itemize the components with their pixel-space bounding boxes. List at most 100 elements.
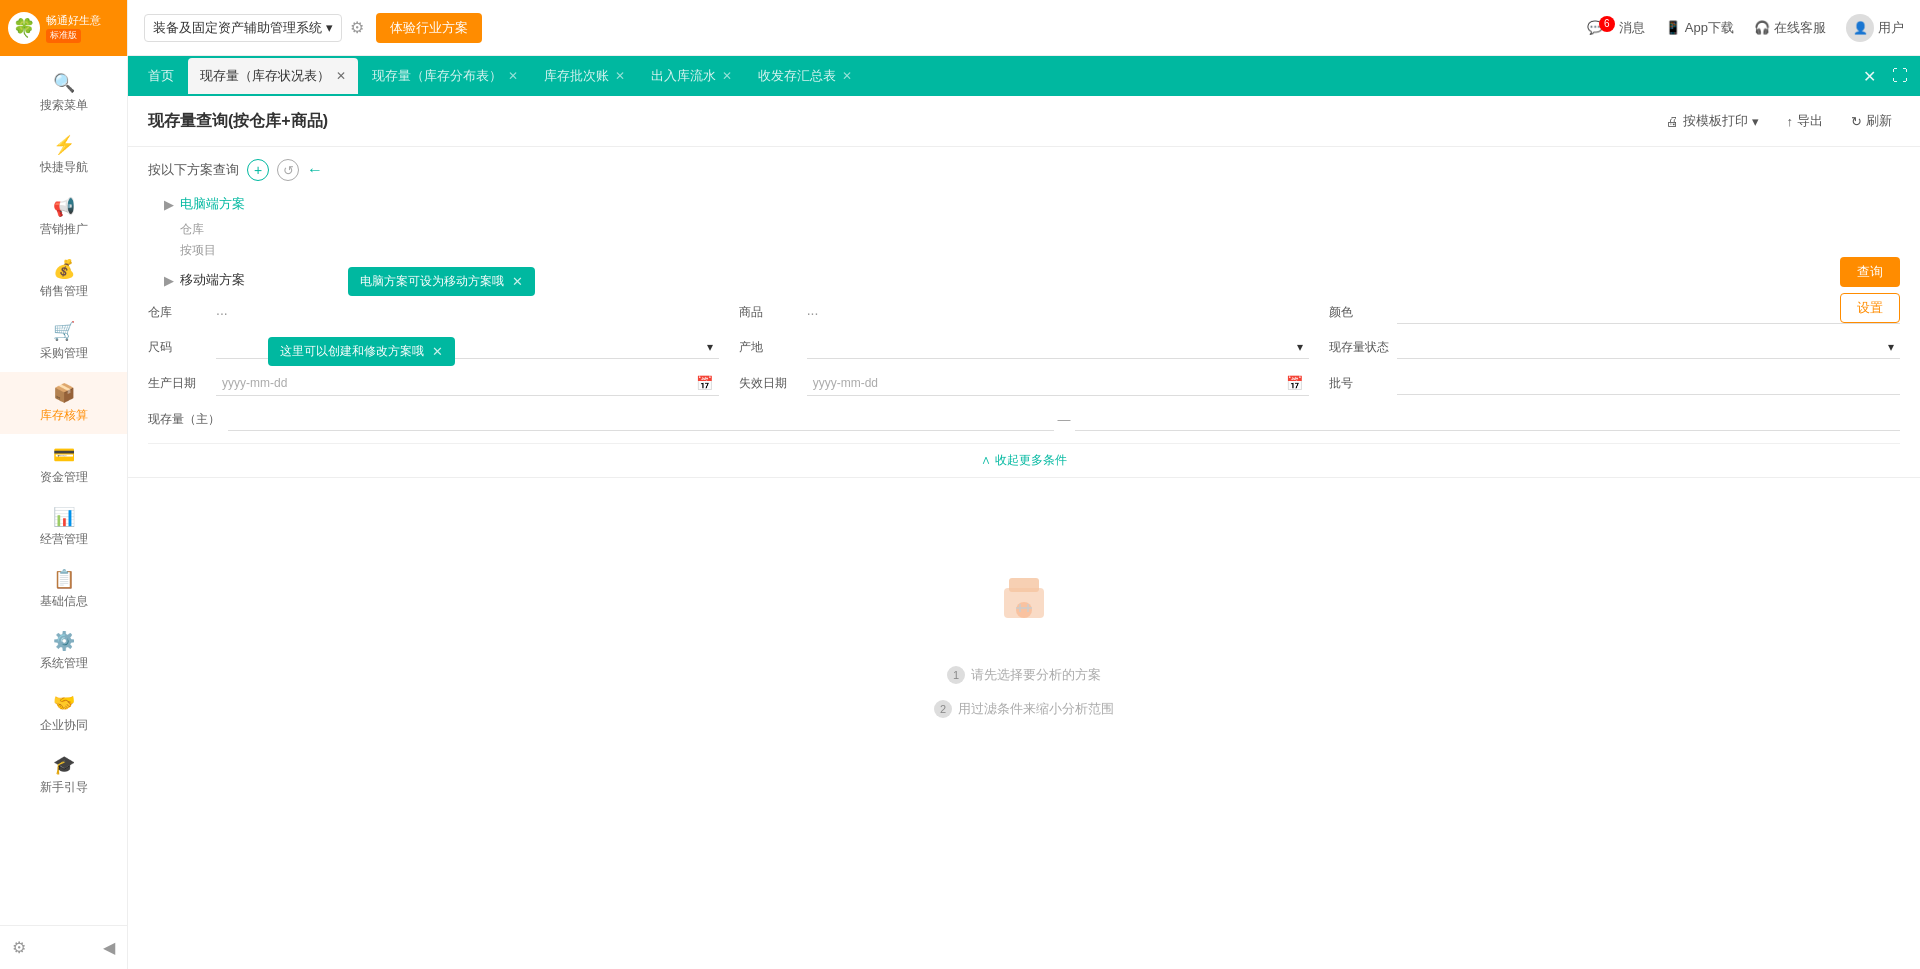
- sidebar-item-label: 营销推广: [40, 221, 88, 238]
- system-dropdown[interactable]: 装备及固定资产辅助管理系统 ▾: [144, 14, 342, 42]
- refresh-icon: ↻: [1851, 114, 1862, 129]
- sidebar-item-finance[interactable]: 💳 资金管理: [0, 434, 127, 496]
- close-tab-inventory-dist[interactable]: ✕: [508, 69, 518, 83]
- page-title: 现存量查询(按仓库+商品): [148, 111, 328, 132]
- svg-point-2: [1016, 602, 1032, 618]
- stock-amount-label: 现存量（主）: [148, 411, 220, 428]
- sidebar-item-marketing[interactable]: 📢 营销推广: [0, 186, 127, 248]
- origin-label: 产地: [739, 339, 799, 356]
- calendar-icon-2[interactable]: 📅: [1286, 375, 1303, 391]
- origin-select[interactable]: ▾: [807, 336, 1310, 359]
- sub-label-2: 按项目: [148, 242, 1900, 259]
- arrow-icon: ▶: [164, 197, 174, 212]
- sidebar-item-quick[interactable]: ⚡ 快捷导航: [0, 124, 127, 186]
- settings-icon[interactable]: ⚙: [350, 18, 364, 37]
- user-menu[interactable]: 👤 用户: [1846, 14, 1904, 42]
- quick-icon: ⚡: [53, 134, 75, 156]
- industry-btn[interactable]: 体验行业方案: [376, 13, 482, 43]
- maximize-btn[interactable]: ⛶: [1888, 65, 1912, 87]
- close-tab-batch-ledger[interactable]: ✕: [615, 69, 625, 83]
- collapse-bar[interactable]: ∧ 收起更多条件: [148, 443, 1900, 477]
- filter-stock-amount-row: 现存量（主） —: [148, 408, 1900, 443]
- template-print-btn[interactable]: 🖨 按模板打印 ▾: [1658, 108, 1767, 134]
- close-tab-inventory-status[interactable]: ✕: [336, 69, 346, 83]
- stock-amount-range: —: [228, 408, 1900, 431]
- expire-date-input[interactable]: yyyy-mm-dd 📅: [807, 371, 1310, 396]
- topbar: 装备及固定资产辅助管理系统 ▾ ⚙ 体验行业方案 💬 6 6 消息 📱 App下…: [128, 0, 1920, 56]
- collapse-sidebar-button[interactable]: ◀: [99, 934, 119, 961]
- calendar-icon[interactable]: 📅: [696, 375, 713, 391]
- goods-more-btn[interactable]: ···: [807, 305, 819, 321]
- sidebar-item-operations[interactable]: 📊 经营管理: [0, 496, 127, 558]
- app-download-btn[interactable]: 📱 App下载: [1665, 19, 1734, 37]
- system-name: 装备及固定资产辅助管理系统: [153, 19, 322, 37]
- filter-area: 按以下方案查询 + ↺ ← 电脑方案可设为移动方案哦 ✕ ▶ 电脑端方案 这里: [128, 147, 1920, 477]
- operations-icon: 📊: [53, 506, 75, 528]
- add-scheme-btn[interactable]: +: [247, 159, 269, 181]
- sidebar-item-label: 库存核算: [40, 407, 88, 424]
- sidebar-item-enterprise[interactable]: 🤝 企业协同: [0, 682, 127, 744]
- refresh-scheme-btn[interactable]: ↺: [277, 159, 299, 181]
- sidebar-item-inventory[interactable]: 📦 库存核算: [0, 372, 127, 434]
- step-2-num: 2: [934, 700, 952, 718]
- step-1-text: 请先选择要分析的方案: [971, 666, 1101, 684]
- expire-date-label: 失效日期: [739, 375, 799, 392]
- message-badge: 6: [1599, 16, 1615, 32]
- stock-amount-min[interactable]: [228, 408, 1054, 431]
- warehouse-label: 仓库: [148, 304, 208, 321]
- produce-date-label: 生产日期: [148, 375, 208, 392]
- sidebar-item-purchase[interactable]: 🛒 采购管理: [0, 310, 127, 372]
- tab-inventory-dist[interactable]: 现存量（库存分布表） ✕: [360, 58, 530, 94]
- scheme-label: 电脑端方案: [180, 195, 245, 213]
- tab-receive-summary[interactable]: 收发存汇总表 ✕: [746, 58, 864, 94]
- create-tooltip-close-btn[interactable]: ✕: [432, 344, 443, 359]
- export-btn[interactable]: ↑ 导出: [1779, 108, 1832, 134]
- batch-label: 批号: [1329, 375, 1389, 392]
- refresh-btn[interactable]: ↻ 刷新: [1843, 108, 1900, 134]
- produce-date-input[interactable]: yyyy-mm-dd 📅: [216, 371, 719, 396]
- range-separator: —: [1058, 412, 1071, 427]
- sidebar-item-guide[interactable]: 🎓 新手引导: [0, 744, 127, 806]
- sidebar-item-search[interactable]: 🔍 搜索菜单: [0, 62, 127, 124]
- settings-query-button[interactable]: 设置: [1840, 293, 1900, 323]
- close-all-tabs-btn[interactable]: ✕: [1859, 65, 1880, 88]
- sidebar-item-sales[interactable]: 💰 销售管理: [0, 248, 127, 310]
- stock-status-select[interactable]: ▾: [1397, 336, 1900, 359]
- tab-inventory-status[interactable]: 现存量（库存状况表） ✕: [188, 58, 358, 94]
- logo-text: 畅通好生意 标准版: [46, 13, 101, 43]
- guide-icon: 🎓: [53, 754, 75, 776]
- sidebar-item-label: 新手引导: [40, 779, 88, 796]
- chevron-down-icon: ▾: [1752, 114, 1759, 129]
- message-btn[interactable]: 💬 6 6 消息: [1587, 19, 1645, 37]
- sidebar-item-basic[interactable]: 📋 基础信息: [0, 558, 127, 620]
- sidebar: 🍀 畅通好生意 标准版 🔍 搜索菜单 ⚡ 快捷导航 📢 营销推广 💰 销售管理 …: [0, 0, 128, 969]
- phone-icon: 📱: [1665, 20, 1681, 35]
- query-button[interactable]: 查询: [1840, 257, 1900, 287]
- close-tab-receive-summary[interactable]: ✕: [842, 69, 852, 83]
- filter-expire-date: 失效日期 yyyy-mm-dd 📅: [739, 371, 1310, 396]
- tooltip-text: 电脑方案可设为移动方案哦: [360, 273, 504, 290]
- scheme-tooltip: 电脑方案可设为移动方案哦 ✕: [348, 267, 535, 296]
- scheme-desktop[interactable]: ▶ 电脑端方案: [148, 191, 1900, 217]
- tab-home[interactable]: 首页: [136, 61, 186, 91]
- scheme-arrow-btn[interactable]: ←: [307, 161, 323, 179]
- chevron-down-icon: ▾: [326, 20, 333, 35]
- tooltip-close-btn[interactable]: ✕: [512, 274, 523, 289]
- sidebar-item-label: 企业协同: [40, 717, 88, 734]
- header-actions: 🖨 按模板打印 ▾ ↑ 导出 ↻ 刷新: [1658, 108, 1901, 134]
- close-tab-in-out-flow[interactable]: ✕: [722, 69, 732, 83]
- sidebar-item-system[interactable]: ⚙️ 系统管理: [0, 620, 127, 682]
- online-support-btn[interactable]: 🎧 在线客服: [1754, 19, 1826, 37]
- warehouse-more-btn[interactable]: ···: [216, 305, 228, 321]
- stock-amount-max[interactable]: [1075, 408, 1901, 431]
- batch-input[interactable]: [1397, 372, 1900, 395]
- color-select[interactable]: ▾: [1397, 301, 1900, 324]
- step-2-text: 用过滤条件来缩小分析范围: [958, 700, 1114, 718]
- chevron-up-icon: ∧: [981, 453, 994, 467]
- settings-button[interactable]: ⚙: [8, 934, 30, 961]
- filter-header: 按以下方案查询 + ↺ ← 电脑方案可设为移动方案哦 ✕: [148, 159, 1900, 181]
- tab-in-out-flow[interactable]: 出入库流水 ✕: [639, 58, 744, 94]
- filter-color: 颜色 ▾: [1329, 301, 1900, 324]
- tab-batch-ledger[interactable]: 库存批次账 ✕: [532, 58, 637, 94]
- create-scheme-tooltip: 这里可以创建和修改方案哦 ✕: [268, 337, 455, 366]
